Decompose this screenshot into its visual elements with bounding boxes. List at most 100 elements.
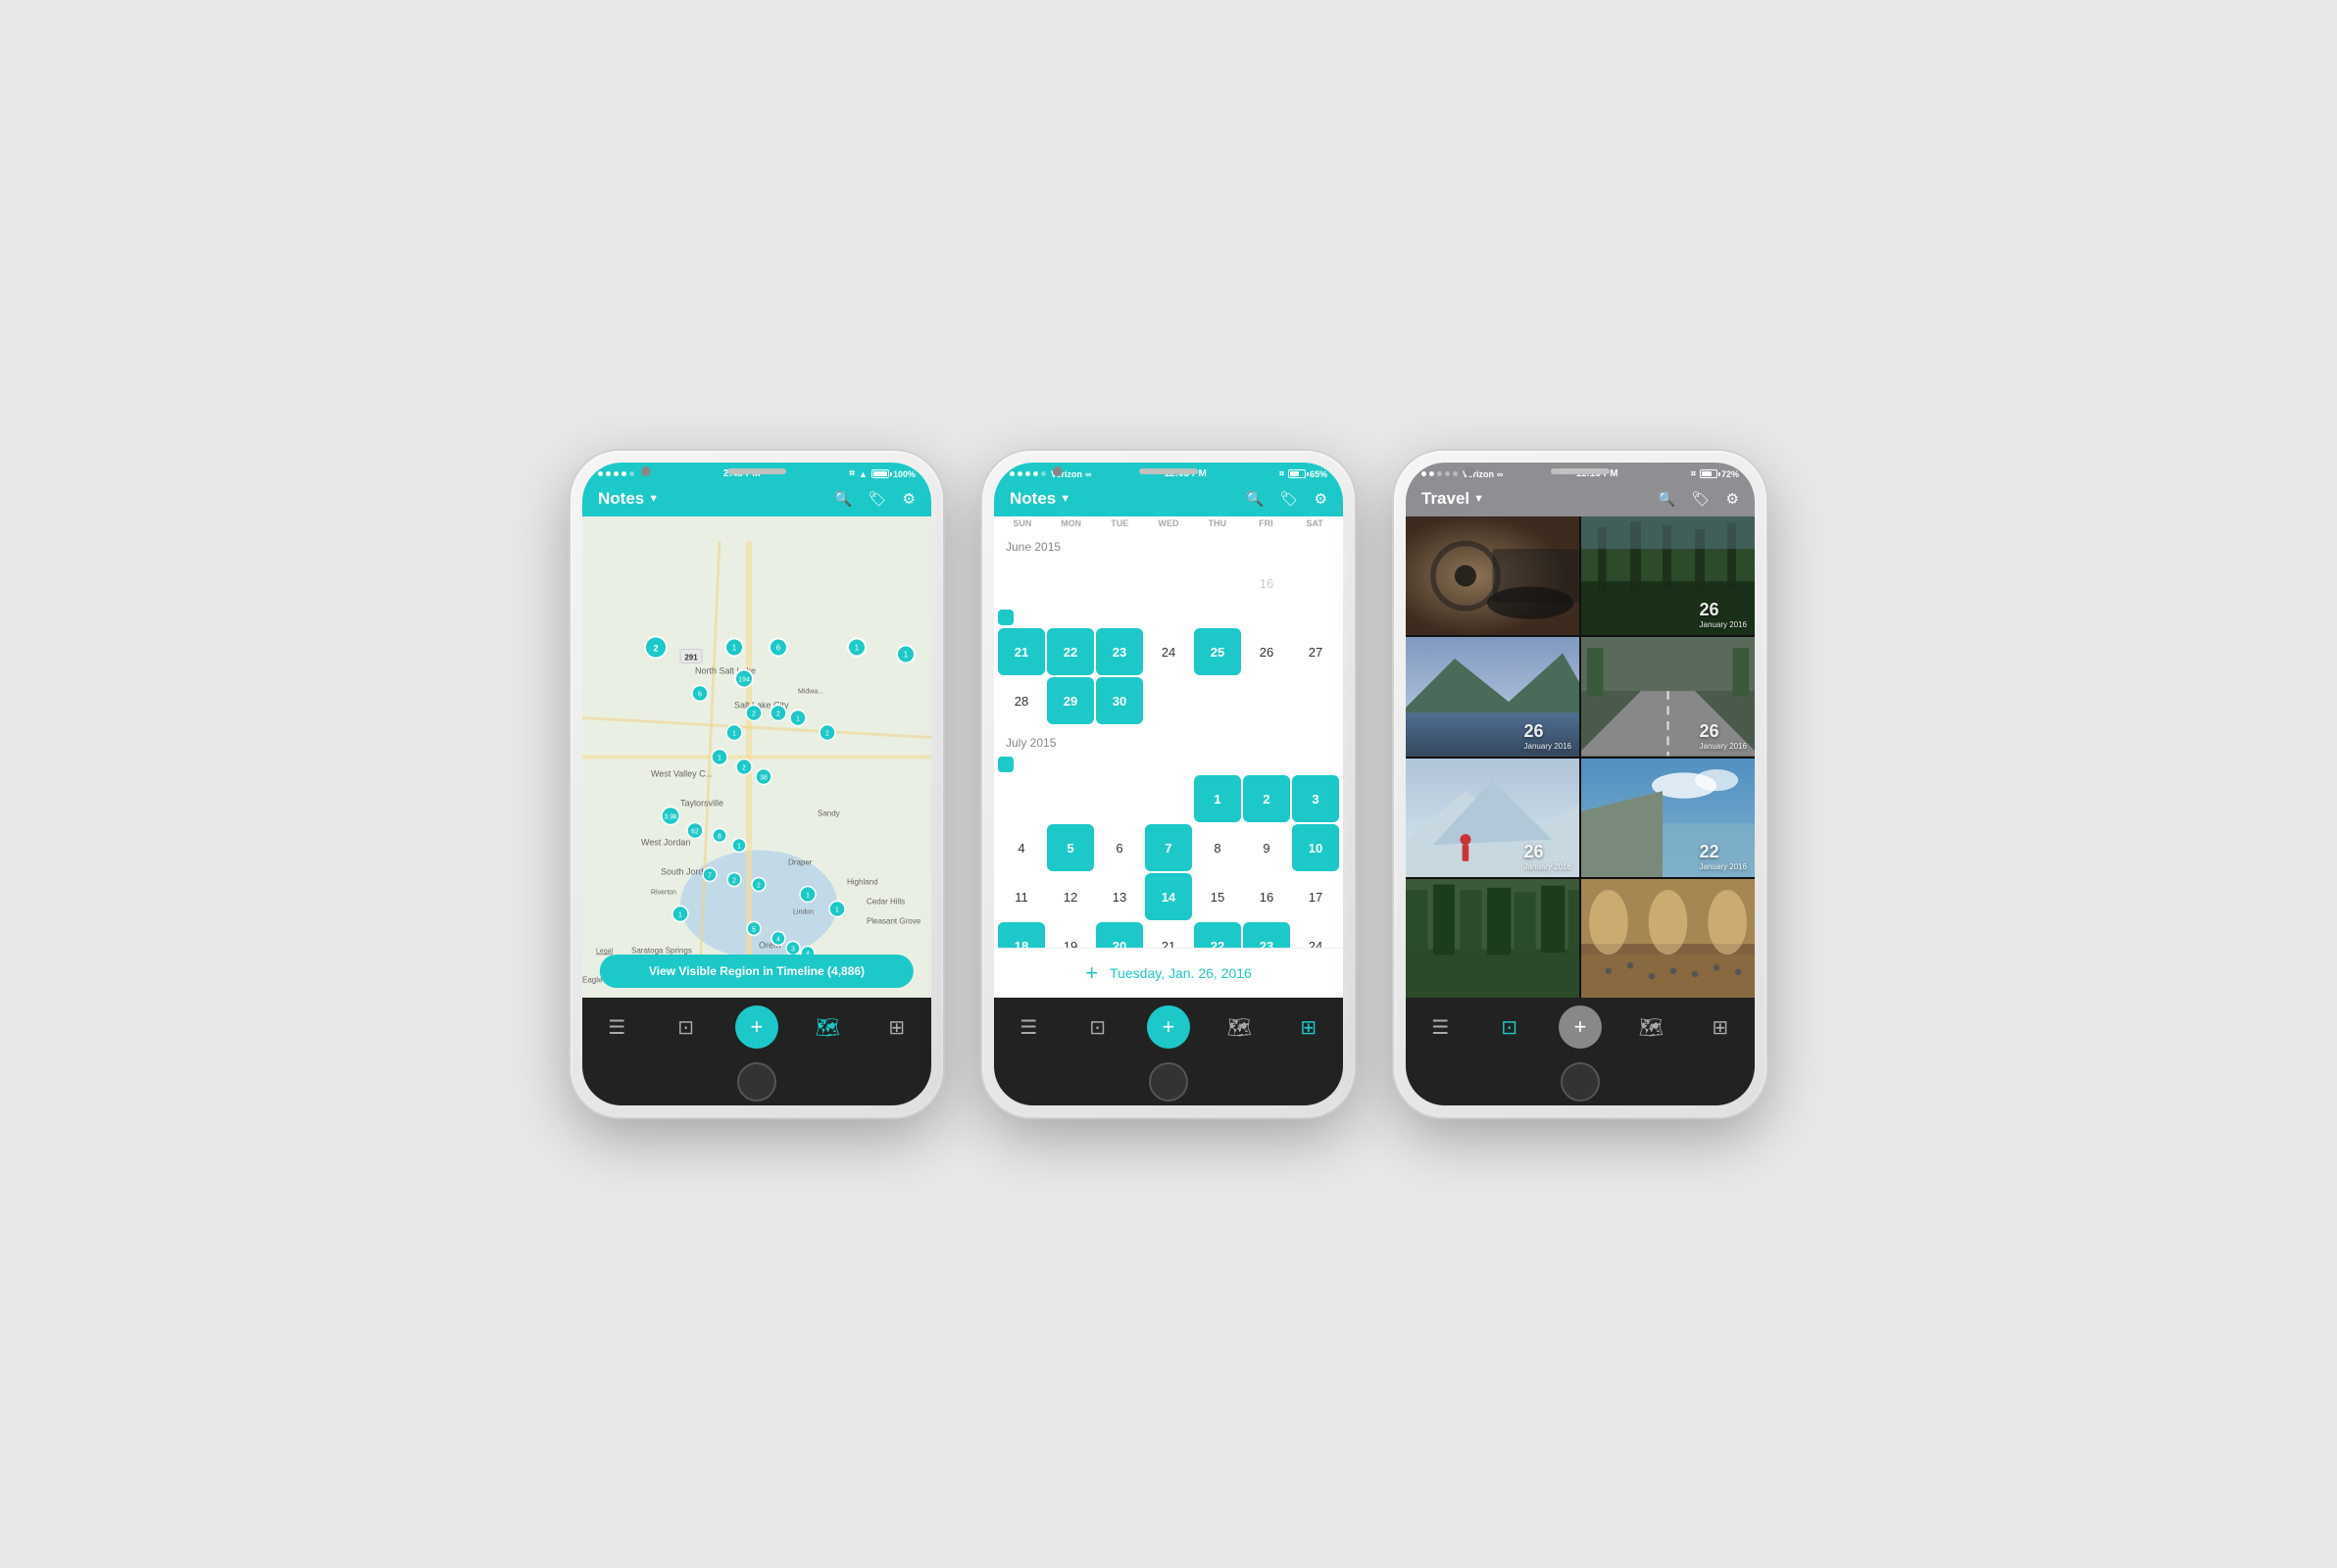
cal-cell[interactable]: 30 (1096, 677, 1143, 724)
photo-cell-snowy[interactable]: 26January 2016 (1406, 759, 1579, 877)
cal-cell[interactable]: 10 (1292, 824, 1339, 871)
photo-cell-cliff[interactable]: 22January 2016 (1581, 759, 1755, 877)
cal-cell[interactable]: 22 (1047, 628, 1094, 675)
cal-cell[interactable]: 11 (998, 873, 1045, 920)
add-btn-cal[interactable]: + (1147, 1005, 1190, 1049)
battery-pct-photo: 72% (1721, 469, 1739, 479)
photo-icon-photo[interactable]: ⊡ (1490, 1012, 1529, 1042)
cal-cell[interactable]: 5 (1047, 824, 1094, 871)
cal-cell[interactable] (1047, 560, 1094, 607)
add-btn-map[interactable]: + (735, 1005, 778, 1049)
cal-cell[interactable]: 15 (1194, 873, 1241, 920)
bottom-bar-cal: ☰ ⊡ + 🗺 ⊞ (994, 998, 1343, 1056)
cal-cell[interactable] (1145, 775, 1192, 822)
cal-cell[interactable] (998, 560, 1045, 607)
map-content[interactable]: North Salt Lake Salt Lake City West Vall… (582, 516, 931, 998)
cal-cell[interactable]: 23 (1096, 628, 1143, 675)
cal-cell-empty-row[interactable] (998, 610, 1014, 625)
map-icon-map[interactable]: 🗺 (808, 1012, 847, 1042)
cal-cell[interactable] (1194, 560, 1241, 607)
search-icon-map[interactable]: 🔍 (834, 490, 853, 508)
phone-photo-topbar: Verizon ∞ 11:16 PM ⌗ 72% Travel (1406, 463, 1755, 516)
cal-cell[interactable]: 3 (1292, 775, 1339, 822)
cal-cell[interactable]: 16 (1243, 873, 1290, 920)
cal-cell[interactable] (1145, 560, 1192, 607)
cal-cell[interactable] (1194, 677, 1241, 724)
cal-cell[interactable] (1243, 677, 1290, 724)
cal-cell[interactable]: 13 (1096, 873, 1143, 920)
menu-icon-cal[interactable]: ☰ (1009, 1012, 1048, 1042)
photo-cell-station[interactable] (1581, 879, 1755, 998)
menu-icon-photo[interactable]: ☰ (1420, 1012, 1460, 1042)
tag-icon-cal[interactable]: 🏷 (1280, 490, 1299, 508)
photo-content[interactable]: 26January 2016 (1406, 516, 1755, 998)
signal-dot-dim (1445, 471, 1450, 476)
gear-icon-map[interactable]: ⚙ (903, 490, 916, 508)
photo-cell-road[interactable]: 26January 2016 (1581, 637, 1755, 756)
cal-cell[interactable]: 7 (1145, 824, 1192, 871)
cal-cell[interactable] (1096, 560, 1143, 607)
gear-icon-photo[interactable]: ⚙ (1726, 490, 1739, 508)
map-icon-photo[interactable]: 🗺 (1631, 1012, 1670, 1042)
cal-cell[interactable]: 4 (998, 824, 1045, 871)
menu-icon-map[interactable]: ☰ (597, 1012, 636, 1042)
svg-text:1: 1 (796, 716, 800, 723)
photo-icon-map[interactable]: ⊡ (667, 1012, 706, 1042)
cal-cell[interactable] (1292, 560, 1339, 607)
map-timeline-btn[interactable]: View Visible Region in Timeline (4,886) (600, 955, 914, 988)
cal-cell-empty-row[interactable] (998, 757, 1014, 772)
cal-cell[interactable]: 25 (1194, 628, 1241, 675)
map-view[interactable]: North Salt Lake Salt Lake City West Vall… (582, 516, 931, 998)
photo-icon-cal[interactable]: ⊡ (1078, 1012, 1118, 1042)
photo-cell-forest2[interactable] (1406, 879, 1579, 998)
cal-cell[interactable] (1096, 775, 1143, 822)
calendar-icon-photo[interactable]: ⊞ (1701, 1012, 1740, 1042)
home-button-map[interactable] (737, 1062, 776, 1102)
home-button-photo[interactable] (1561, 1062, 1600, 1102)
photo-cell-mountain-lake[interactable]: 26January 2016 (1406, 637, 1579, 756)
cal-cell[interactable]: 9 (1243, 824, 1290, 871)
calendar-icon-map[interactable]: ⊞ (877, 1012, 917, 1042)
map-icon-cal[interactable]: 🗺 (1219, 1012, 1259, 1042)
search-icon-photo[interactable]: 🔍 (1658, 490, 1676, 508)
calendar-content[interactable]: SUN MON TUE WED THU FRI SAT June 2015 (994, 516, 1343, 998)
photo-cell-forest[interactable]: 26January 2016 (1581, 516, 1755, 635)
cal-cell[interactable]: 8 (1194, 824, 1241, 871)
tag-icon-photo[interactable]: 🏷 (1692, 490, 1711, 508)
signal-dot (1025, 471, 1030, 476)
signal-dot (598, 471, 603, 476)
search-icon-cal[interactable]: 🔍 (1246, 490, 1265, 508)
cal-cell[interactable]: 12 (1047, 873, 1094, 920)
add-btn-photo[interactable]: + (1559, 1005, 1602, 1049)
cal-cell[interactable]: 21 (998, 628, 1045, 675)
cal-cell[interactable] (1292, 677, 1339, 724)
photo-grid[interactable]: 26January 2016 (1406, 516, 1755, 998)
cal-cell[interactable]: 14 (1145, 873, 1192, 920)
photo-cell-car[interactable] (1406, 516, 1579, 635)
calendar-view[interactable]: SUN MON TUE WED THU FRI SAT June 2015 (994, 516, 1343, 998)
svg-text:1: 1 (678, 912, 682, 919)
cal-cell[interactable] (1047, 775, 1094, 822)
cal-cell[interactable]: 26 (1243, 628, 1290, 675)
cal-cell[interactable]: 17 (1292, 873, 1339, 920)
phones-container: 2:48 PM ⌗ ▲ 100% Notes ▼ (531, 412, 1806, 1156)
tag-icon-map[interactable]: 🏷 (869, 490, 887, 508)
cal-cell[interactable] (1145, 677, 1192, 724)
svg-text:291: 291 (684, 654, 698, 662)
cal-cell[interactable]: 6 (1096, 824, 1143, 871)
cal-add-icon[interactable]: + (1085, 960, 1098, 986)
svg-text:3.9k: 3.9k (664, 814, 677, 821)
calendar-icon-cal[interactable]: ⊞ (1289, 1012, 1328, 1042)
cal-cell[interactable]: 28 (998, 677, 1045, 724)
cal-cell[interactable]: 1 (1194, 775, 1241, 822)
cal-cell[interactable]: 29 (1047, 677, 1094, 724)
cal-cell[interactable] (998, 775, 1045, 822)
gear-icon-cal[interactable]: ⚙ (1315, 490, 1327, 508)
cal-cell[interactable]: 16 (1243, 560, 1290, 607)
cal-cell[interactable]: 2 (1243, 775, 1290, 822)
home-button-cal[interactable] (1149, 1062, 1188, 1102)
date-label-road: 26January 2016 (1700, 721, 1747, 751)
cal-cell[interactable]: 24 (1145, 628, 1192, 675)
svg-text:1: 1 (732, 731, 736, 738)
cal-cell[interactable]: 27 (1292, 628, 1339, 675)
